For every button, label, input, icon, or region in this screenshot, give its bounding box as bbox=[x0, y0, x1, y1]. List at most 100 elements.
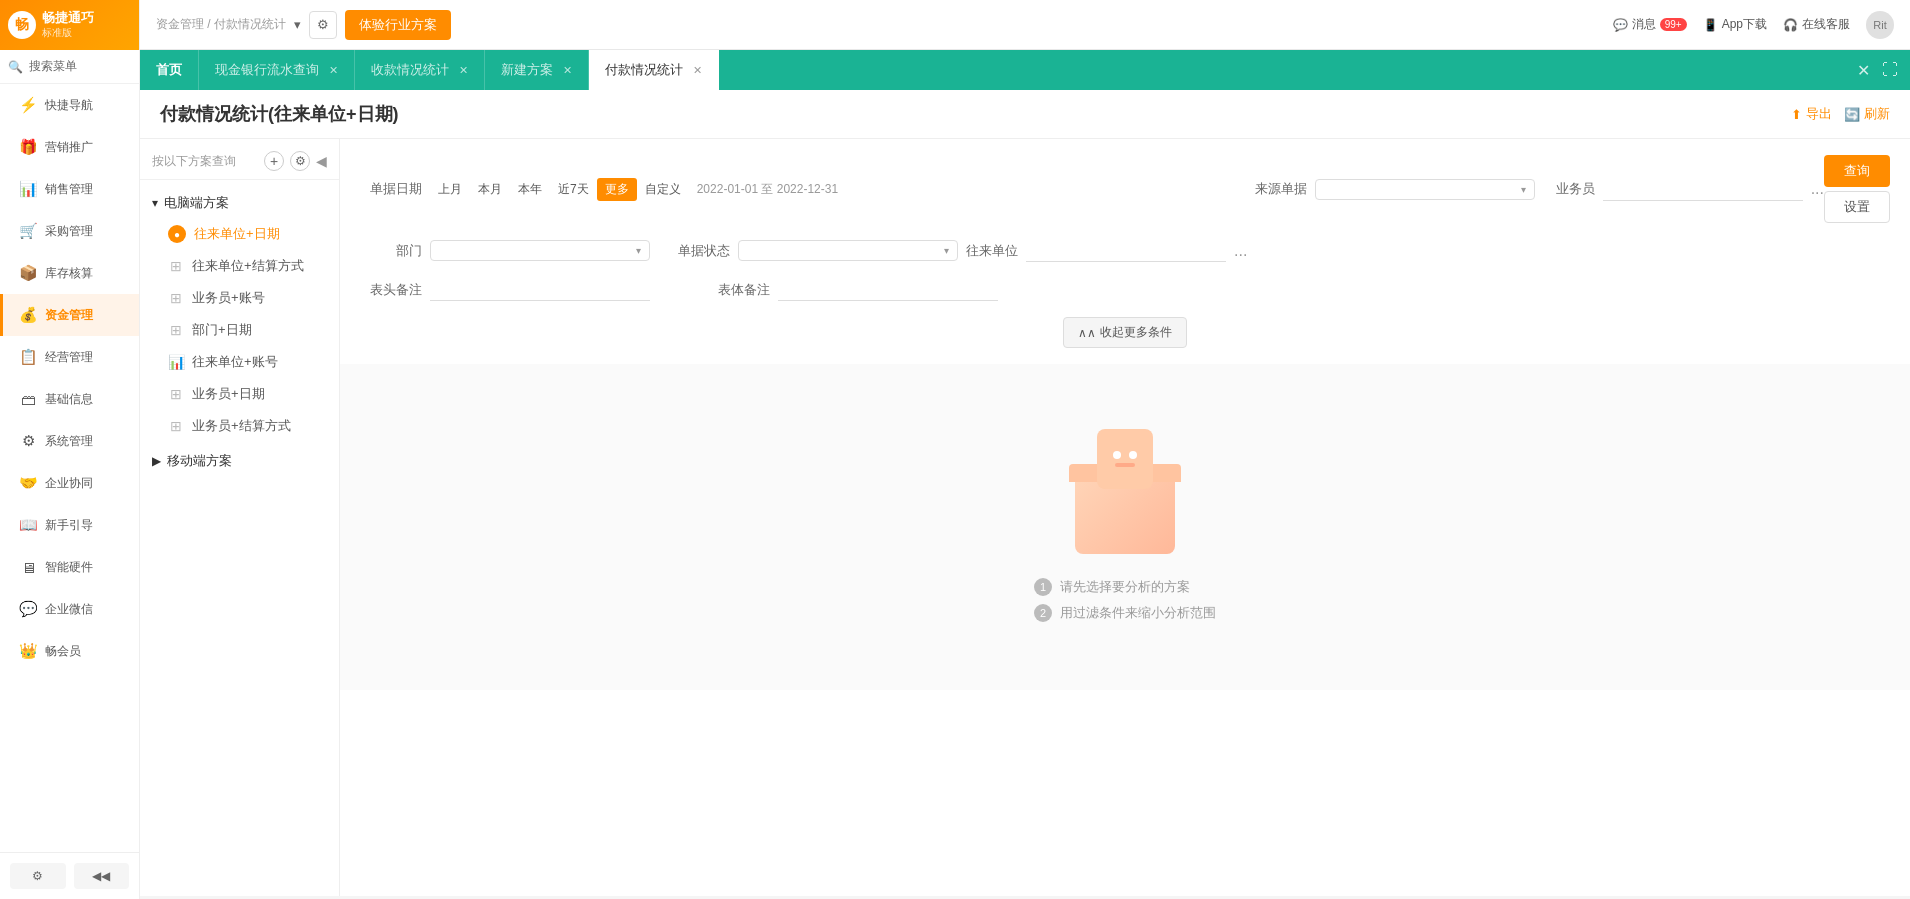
scheme-group-mobile: ▶ 移动端方案 bbox=[140, 446, 339, 476]
robot-eye-left bbox=[1113, 451, 1121, 459]
table-icon-3: ⊞ bbox=[168, 322, 184, 338]
query-btn[interactable]: 查询 bbox=[1824, 155, 1890, 187]
money-icon: 💰 bbox=[19, 306, 37, 324]
topbar-gear-btn[interactable]: ⚙ bbox=[309, 11, 337, 39]
sidebar-settings-btn[interactable]: ⚙ bbox=[10, 863, 66, 889]
active-circle-icon: ● bbox=[168, 225, 186, 243]
scheme-item-customer-account[interactable]: 📊 往来单位+账号 bbox=[140, 346, 339, 378]
scheme-panel-header: 按以下方案查询 + ⚙ ◀ bbox=[140, 151, 339, 180]
sidebar-item-weixin[interactable]: 💬 企业微信 bbox=[0, 588, 139, 630]
topbar: 资金管理 / 付款情况统计 ▾ ⚙ 体验行业方案 💬 消息 99+ 📱 App下… bbox=[140, 0, 1910, 50]
trial-btn[interactable]: 体验行业方案 bbox=[345, 10, 451, 40]
sidebar-item-sales[interactable]: 📊 销售管理 bbox=[0, 168, 139, 210]
table-icon-2: ⊞ bbox=[168, 290, 184, 306]
scheme-set-btn[interactable]: ⚙ bbox=[290, 151, 310, 171]
tab-close-receipt[interactable]: ✕ bbox=[459, 64, 468, 77]
scheme-panel-actions: + ⚙ ◀ bbox=[264, 151, 327, 171]
filter-row-3: 表头备注 表体备注 bbox=[360, 278, 1890, 301]
sidebar-item-purchase[interactable]: 🛒 采购管理 bbox=[0, 210, 139, 252]
filter-area: 单据日期 上月 本月 本年 近7天 更多 自定义 20 bbox=[340, 139, 1910, 896]
collapse-more-btn[interactable]: ∧∧ 收起更多条件 bbox=[1063, 317, 1187, 348]
scheme-collapse-btn[interactable]: ◀ bbox=[316, 153, 327, 169]
tab-close-bank-flow[interactable]: ✕ bbox=[329, 64, 338, 77]
tab-receipt-stats[interactable]: 收款情况统计 ✕ bbox=[355, 50, 485, 90]
scheme-item-staff-account[interactable]: ⊞ 业务员+账号 bbox=[140, 282, 339, 314]
date-last-month[interactable]: 上月 bbox=[430, 178, 470, 201]
source-select[interactable]: ▾ bbox=[1315, 179, 1535, 200]
scheme-item-customer-settle[interactable]: ⊞ 往来单位+结算方式 bbox=[140, 250, 339, 282]
avatar[interactable]: Rit bbox=[1866, 11, 1894, 39]
sidebar-item-finance[interactable]: 💰 资金管理 bbox=[0, 294, 139, 336]
scheme-item-dept-date[interactable]: ⊞ 部门+日期 bbox=[140, 314, 339, 346]
body-note-input[interactable] bbox=[778, 278, 998, 301]
scheme-item-staff-date[interactable]: ⊞ 业务员+日期 bbox=[140, 378, 339, 410]
hardware-icon: 🖥 bbox=[19, 558, 37, 576]
tab-bank-flow[interactable]: 现金银行流水查询 ✕ bbox=[199, 50, 355, 90]
chart-icon: 📊 bbox=[19, 180, 37, 198]
sidebar-item-operations[interactable]: 📋 经营管理 bbox=[0, 336, 139, 378]
date-this-year[interactable]: 本年 bbox=[510, 178, 550, 201]
scheme-add-btn[interactable]: + bbox=[264, 151, 284, 171]
scheme-item-staff-settle[interactable]: ⊞ 业务员+结算方式 bbox=[140, 410, 339, 442]
scheme-group-desktop-header[interactable]: ▾ 电脑端方案 bbox=[140, 188, 339, 218]
sidebar-item-quick-nav[interactable]: ⚡ 快捷导航 bbox=[0, 84, 139, 126]
tab-close-payment[interactable]: ✕ bbox=[693, 64, 702, 77]
content-body: 按以下方案查询 + ⚙ ◀ ▾ 电脑端方案 ● bbox=[140, 139, 1910, 896]
topbar-right: 💬 消息 99+ 📱 App下载 🎧 在线客服 Rit bbox=[1613, 11, 1894, 39]
sidebar-item-inventory[interactable]: 📦 库存核算 bbox=[0, 252, 139, 294]
sidebar-item-system[interactable]: ⚙ 系统管理 bbox=[0, 420, 139, 462]
tab-home[interactable]: 首页 bbox=[140, 50, 199, 90]
bill-status-label: 单据状态 bbox=[658, 242, 738, 260]
dept-select[interactable]: ▾ bbox=[430, 240, 650, 261]
page-actions: ⬆ 导出 🔄 刷新 bbox=[1791, 105, 1890, 123]
search-icon: 🔍 bbox=[8, 60, 23, 74]
date-last-7[interactable]: 近7天 bbox=[550, 178, 597, 201]
sidebar-item-marketing[interactable]: 🎁 营销推广 bbox=[0, 126, 139, 168]
topbar-app-download[interactable]: 📱 App下载 bbox=[1703, 16, 1767, 33]
date-options: 上月 本月 本年 近7天 更多 自定义 bbox=[430, 178, 689, 201]
sidebar-search[interactable]: 🔍 搜索菜单 bbox=[0, 50, 139, 84]
logo-icon: 畅 bbox=[8, 11, 36, 39]
date-range: 2022-01-01 至 2022-12-31 bbox=[697, 181, 838, 198]
export-icon: ⬆ bbox=[1791, 107, 1802, 122]
bill-status-select[interactable]: ▾ bbox=[738, 240, 958, 261]
setting-btn[interactable]: 设置 bbox=[1824, 191, 1890, 223]
crown-icon: 👑 bbox=[19, 642, 37, 660]
export-btn[interactable]: ⬆ 导出 bbox=[1791, 105, 1832, 123]
tab-new-scheme[interactable]: 新建方案 ✕ bbox=[485, 50, 589, 90]
salesperson-input[interactable] bbox=[1603, 178, 1803, 201]
refresh-icon: 🔄 bbox=[1844, 107, 1860, 122]
sidebar-item-enterprise[interactable]: 🤝 企业协同 bbox=[0, 462, 139, 504]
sidebar-item-member[interactable]: 👑 畅会员 bbox=[0, 630, 139, 672]
tab-close-new-scheme[interactable]: ✕ bbox=[563, 64, 572, 77]
logo-text: 畅捷通巧 标准版 bbox=[42, 10, 94, 40]
refresh-btn[interactable]: 🔄 刷新 bbox=[1844, 105, 1890, 123]
salesperson-dots[interactable]: ... bbox=[1811, 180, 1824, 198]
header-note-input[interactable] bbox=[430, 278, 650, 301]
handshake-icon: 🤝 bbox=[19, 474, 37, 492]
sidebar-collapse-btn[interactable]: ◀◀ bbox=[74, 863, 130, 889]
robot-eye-right bbox=[1129, 451, 1137, 459]
sidebar-item-basic[interactable]: 🗃 基础信息 bbox=[0, 378, 139, 420]
sidebar-item-guide[interactable]: 📖 新手引导 bbox=[0, 504, 139, 546]
topbar-service[interactable]: 🎧 在线客服 bbox=[1783, 16, 1850, 33]
tabbar-close-all-btn[interactable]: ✕ bbox=[1853, 57, 1874, 84]
tabbar-expand-btn[interactable]: ⛶ bbox=[1878, 57, 1902, 83]
sidebar-nav: ⚡ 快捷导航 🎁 营销推广 📊 销售管理 🛒 采购管理 📦 库存核算 💰 bbox=[0, 84, 139, 852]
empty-illustration bbox=[1045, 424, 1205, 554]
table-icon-5: ⊞ bbox=[168, 418, 184, 434]
tab-payment-stats[interactable]: 付款情况统计 ✕ bbox=[589, 50, 719, 90]
sidebar-item-hardware[interactable]: 🖥 智能硬件 bbox=[0, 546, 139, 588]
source-select-arrow: ▾ bbox=[1521, 184, 1526, 195]
scheme-group-mobile-header[interactable]: ▶ 移动端方案 bbox=[140, 446, 339, 476]
counterpart-dots[interactable]: ... bbox=[1234, 242, 1247, 260]
page-header: 付款情况统计(往来单位+日期) ⬆ 导出 🔄 刷新 bbox=[140, 90, 1910, 139]
date-more[interactable]: 更多 bbox=[597, 178, 637, 201]
table-icon-4: ⊞ bbox=[168, 386, 184, 402]
counterpart-input[interactable] bbox=[1026, 239, 1226, 262]
topbar-messages[interactable]: 💬 消息 99+ bbox=[1613, 16, 1687, 33]
breadcrumb-dropdown[interactable]: ▾ bbox=[294, 17, 301, 32]
date-this-month[interactable]: 本月 bbox=[470, 178, 510, 201]
scheme-item-customer-date[interactable]: ● 往来单位+日期 bbox=[140, 218, 339, 250]
date-custom[interactable]: 自定义 bbox=[637, 178, 689, 201]
